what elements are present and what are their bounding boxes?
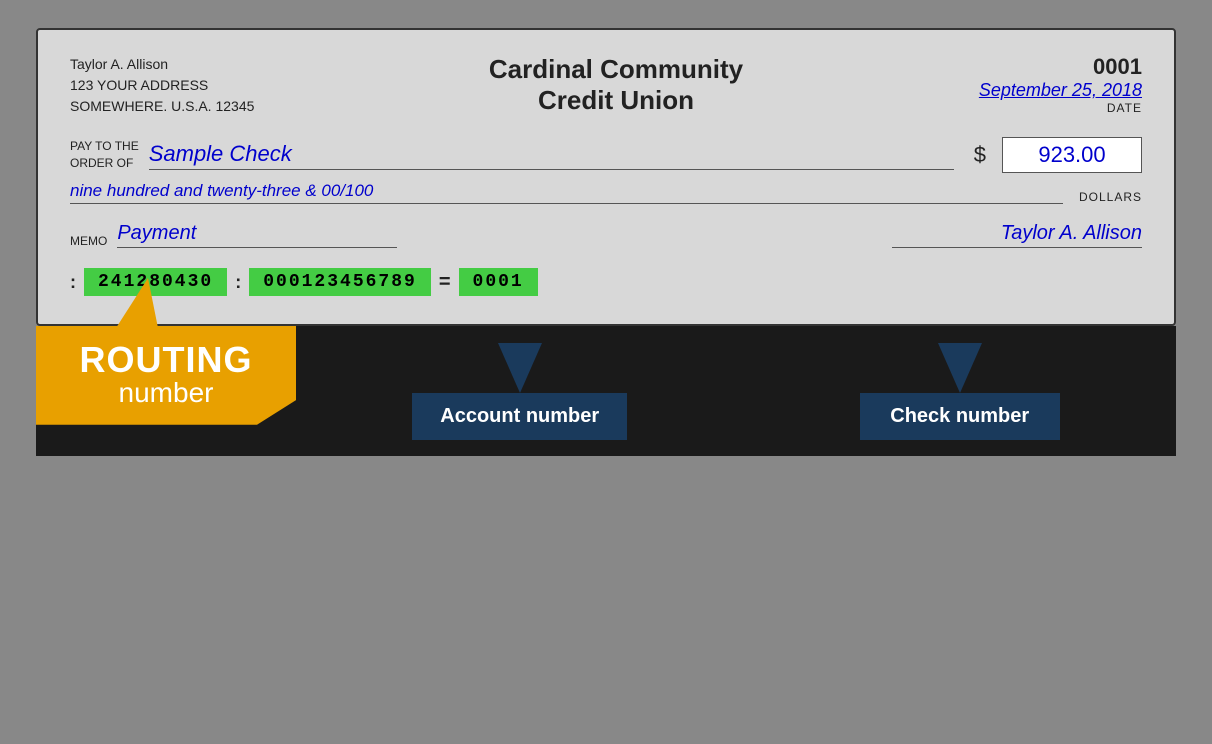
memo-row: MEMO Payment Taylor A. Allison — [70, 222, 1142, 248]
bank-name-line2: Credit Union — [538, 85, 694, 115]
written-amount-row: nine hundred and twenty-three & 00/100 D… — [70, 181, 1142, 204]
check-number-label: Check number — [860, 393, 1060, 440]
check-address: Taylor A. Allison 123 YOUR ADDRESS SOMEW… — [70, 54, 290, 117]
routing-label-routing: ROUTING — [80, 342, 253, 378]
check-top-right: 0001 September 25, 2018 DATE — [942, 54, 1142, 127]
account-number-label: Account number — [412, 393, 627, 440]
payee-line: Sample Check — [149, 141, 954, 170]
pay-to-label: PAY TO THEORDER OF — [70, 138, 139, 172]
date-label: DATE — [979, 101, 1142, 115]
bank-name: Cardinal Community Credit Union — [290, 54, 942, 116]
micr-row: : 241280430 : 000123456789 = 0001 — [70, 268, 1142, 296]
address-name: Taylor A. Allison — [70, 54, 290, 75]
pay-to-row: PAY TO THEORDER OF Sample Check $ 923.00 — [70, 137, 1142, 173]
routing-arrow-indicator — [116, 278, 158, 328]
amount-box: 923.00 — [1002, 137, 1142, 173]
micr-open-symbol: : — [70, 272, 76, 293]
bottom-labels-area: Account number Check number — [296, 326, 1176, 456]
written-amount-line: nine hundred and twenty-three & 00/100 — [70, 181, 1063, 204]
signature: Taylor A. Allison — [1001, 222, 1142, 244]
bank-name-line1: Cardinal Community — [489, 54, 743, 84]
routing-label-number: number — [119, 378, 214, 409]
written-amount: nine hundred and twenty-three & 00/100 — [70, 181, 373, 200]
micr-close-symbol: : — [235, 272, 241, 293]
routing-label-container: ROUTING number — [36, 326, 296, 456]
check-date-section: September 25, 2018 DATE — [979, 80, 1142, 115]
memo-line: Payment — [117, 222, 397, 248]
account-number-label-item: Account number — [412, 343, 627, 440]
routing-label-box: ROUTING number — [36, 326, 296, 425]
memo-value: Payment — [117, 222, 196, 244]
signature-line: Taylor A. Allison — [892, 222, 1142, 248]
memo-label: MEMO — [70, 234, 107, 248]
bottom-section: ROUTING number Account number Check numb… — [36, 326, 1176, 456]
check: Taylor A. Allison 123 YOUR ADDRESS SOMEW… — [36, 28, 1176, 326]
check-number-arrow — [938, 343, 982, 393]
memo-left: MEMO Payment — [70, 222, 397, 248]
address-line1: 123 YOUR ADDRESS — [70, 75, 290, 96]
dollars-label: DOLLARS — [1079, 190, 1142, 204]
check-top-row: Taylor A. Allison 123 YOUR ADDRESS SOMEW… — [70, 54, 1142, 127]
check-number: 0001 — [1093, 54, 1142, 80]
address-line2: SOMEWHERE. U.S.A. 12345 — [70, 96, 290, 117]
check-date: September 25, 2018 — [979, 80, 1142, 101]
micr-check-num: 0001 — [459, 268, 538, 296]
check-number-label-item: Check number — [860, 343, 1060, 440]
micr-equals: = — [439, 271, 451, 294]
dollar-sign: $ — [974, 142, 986, 168]
payee-name: Sample Check — [149, 141, 292, 166]
account-number-arrow — [498, 343, 542, 393]
micr-account: 000123456789 — [249, 268, 431, 296]
